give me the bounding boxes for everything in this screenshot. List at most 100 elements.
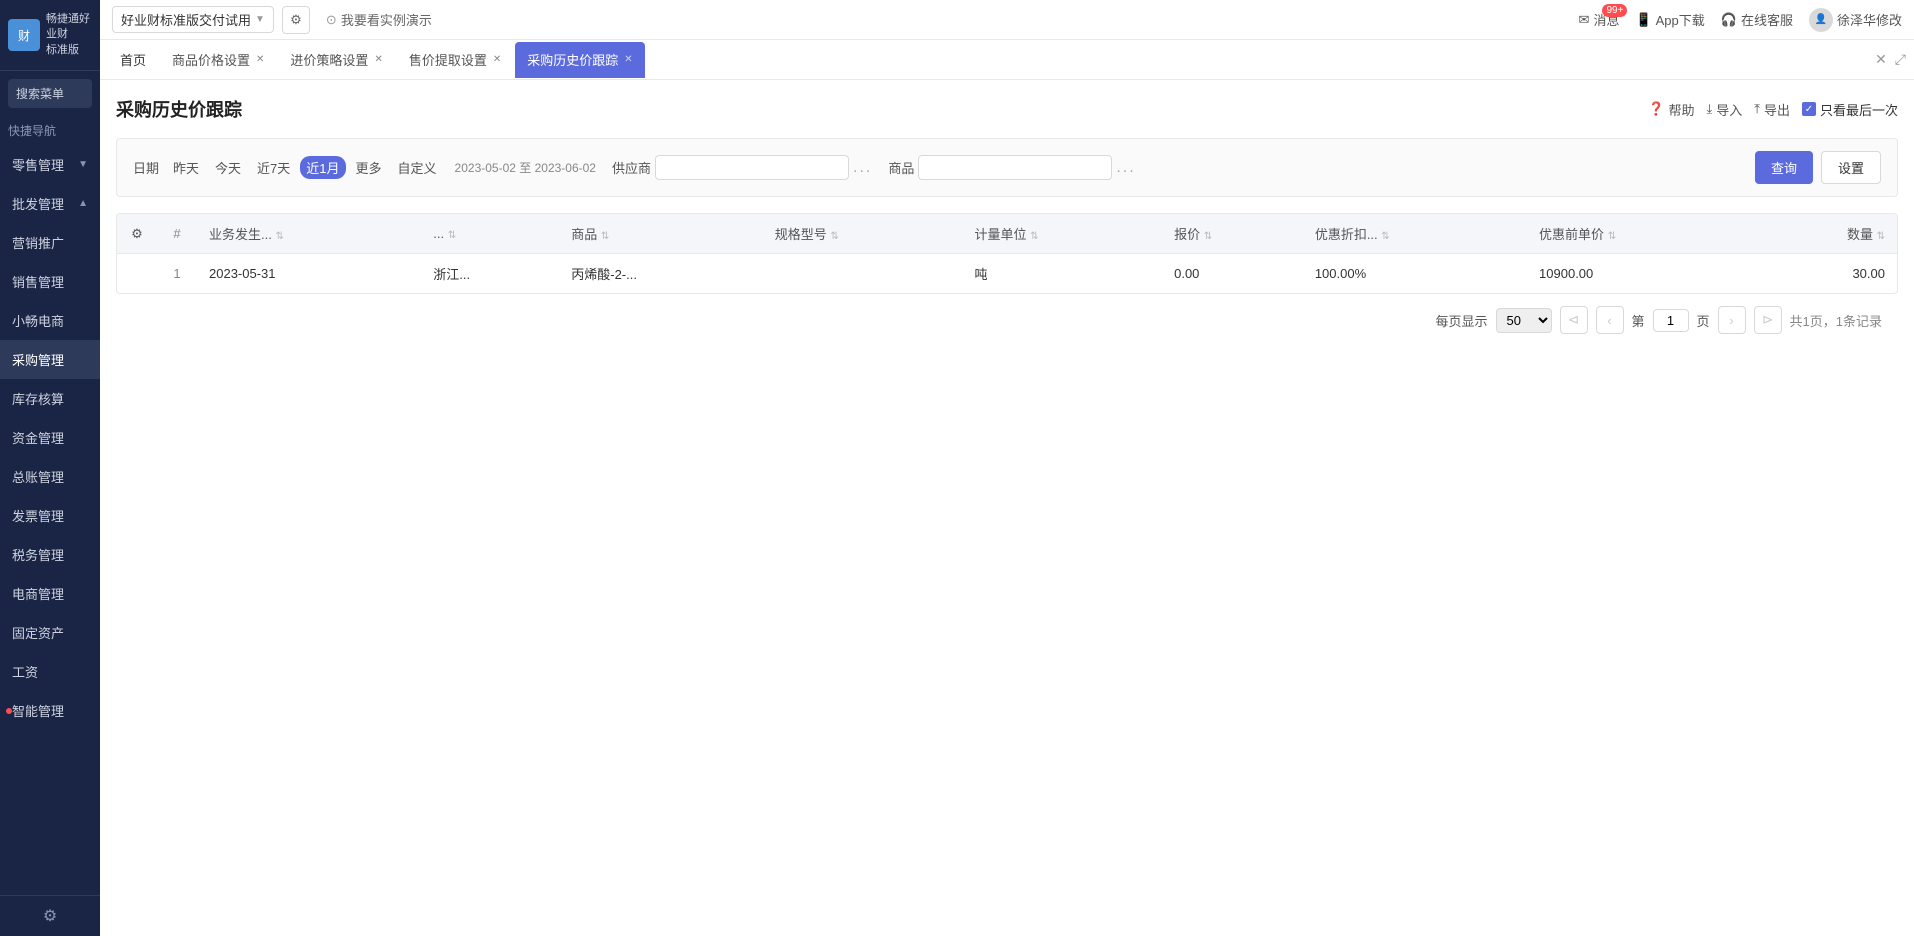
tab-close-strategy[interactable]: ✕ [374,54,382,65]
tab-bar: 首页 商品价格设置 ✕ 进价策略设置 ✕ 售价提取设置 ✕ 采购历史价跟踪 ✕ … [100,40,1914,80]
app-logo: 财 畅捷通好业财 标准版 [0,0,100,71]
filter-bar: 日期 昨天 今天 近7天 近1月 更多 自定义 2023-05-02 至 202… [116,138,1898,197]
date-filter-group: 日期 昨天 今天 近7天 近1月 更多 自定义 2023-05-02 至 202… [133,156,596,179]
td-qty: 30.00 [1756,254,1897,294]
page-first-button[interactable]: ⊲ [1560,306,1588,334]
page-number-input[interactable] [1653,309,1689,332]
date-options: 昨天 今天 近7天 近1月 更多 自定义 [167,156,443,179]
help-link[interactable]: ❓ 帮助 [1648,100,1694,119]
app-download-button[interactable]: 📱 App下载 [1635,10,1704,29]
sidebar-item-purchase[interactable]: 采购管理 [0,340,100,379]
date-opt-custom[interactable]: 自定义 [392,156,443,179]
sidebar-search[interactable]: 搜索菜单 [0,71,100,116]
top-header: 好业财标准版交付试用 ▼ ⚙ 我要看实例演示 ✉ 消息 99+ 📱 App下载 … [100,0,1914,40]
date-opt-yesterday[interactable]: 昨天 [167,156,205,179]
th-unit-price[interactable]: 优惠前单价 [1527,214,1756,254]
supplier-input[interactable] [655,155,849,180]
sidebar-item-smart[interactable]: 智能管理 [0,691,100,730]
page-prev-button[interactable]: ‹ [1596,306,1624,334]
close-window-button[interactable]: ✕ [1875,51,1887,68]
tab-close-purchase-history[interactable]: ✕ [624,54,632,65]
page-size-select[interactable]: 50 10 20 100 [1496,308,1552,333]
avatar: 👤 [1809,8,1833,32]
last-only-checkbox[interactable] [1802,102,1816,116]
th-qty[interactable]: 数量 [1756,214,1897,254]
td-price: 0.00 [1162,254,1303,294]
tab-sale-price[interactable]: 售价提取设置 ✕ [397,42,513,78]
tab-strategy[interactable]: 进价策略设置 ✕ [278,42,394,78]
settings-icon[interactable]: ⚙ [10,906,90,926]
maximize-window-button[interactable]: ⤢ [1895,51,1906,68]
td-gear [117,254,157,294]
tab-home[interactable]: 首页 [108,42,158,78]
td-spec [763,254,963,294]
user-menu-button[interactable]: 👤 徐泽华修改 [1809,8,1902,32]
query-button[interactable]: 查询 [1755,151,1813,184]
goods-more-icon[interactable]: ... [1116,159,1135,177]
th-date[interactable]: 业务发生... [197,214,421,254]
sidebar-item-assets[interactable]: 固定资产 [0,613,100,652]
import-link[interactable]: ⤓ 导入 [1706,100,1742,119]
page-label: 第 [1632,311,1645,330]
td-unit-price: 10900.00 [1527,254,1756,294]
sidebar-item-marketing[interactable]: 营销推广 [0,223,100,262]
export-link[interactable]: ⤒ 导出 [1754,100,1790,119]
headset-icon: 🎧 [1721,12,1737,28]
sidebar-item-sales[interactable]: 销售管理 [0,262,100,301]
date-opt-today[interactable]: 今天 [209,156,247,179]
online-service-button[interactable]: 🎧 在线客服 [1721,10,1793,29]
page-next-button[interactable]: › [1718,306,1746,334]
page-title: 采购历史价跟踪 [116,96,242,122]
sidebar-item-ecom-small[interactable]: 小畅电商 [0,301,100,340]
main-content: 好业财标准版交付试用 ▼ ⚙ 我要看实例演示 ✉ 消息 99+ 📱 App下载 … [100,0,1914,936]
gear-icon: ⚙ [290,12,302,28]
supplier-more-icon[interactable]: ... [853,159,872,177]
tab-purchase-history[interactable]: 采购历史价跟踪 ✕ [515,42,644,78]
th-gear[interactable]: ⚙ [117,214,157,254]
tab-close-sale-price[interactable]: ✕ [493,54,501,65]
th-unit[interactable]: 计量单位 [962,214,1162,254]
sidebar-item-inventory[interactable]: 库存核算 [0,379,100,418]
td-goods: 丙烯酸-2-... [559,254,763,294]
date-opt-7days[interactable]: 近7天 [251,156,296,179]
total-info: 共1页，1条记录 [1790,311,1882,330]
tab-price[interactable]: 商品价格设置 ✕ [160,42,276,78]
th-more[interactable]: ... [421,214,559,254]
goods-filter-group: 商品 ... [888,155,1135,180]
date-opt-1month[interactable]: 近1月 [300,156,345,179]
sidebar-item-tax[interactable]: 税务管理 [0,535,100,574]
th-price[interactable]: 报价 [1162,214,1303,254]
sidebar-item-ecom[interactable]: 电商管理 [0,574,100,613]
page-content: 采购历史价跟踪 ❓ 帮助 ⤓ 导入 ⤒ 导出 [100,80,1914,936]
page-header: 采购历史价跟踪 ❓ 帮助 ⤓ 导入 ⤒ 导出 [116,96,1898,122]
phone-icon: 📱 [1635,12,1651,28]
th-discount[interactable]: 优惠折扣... [1303,214,1527,254]
goods-input[interactable] [918,155,1112,180]
settings-button[interactable]: 设置 [1821,151,1881,184]
th-spec[interactable]: 规格型号 [763,214,963,254]
td-unit: 吨 [962,254,1162,294]
sidebar-item-invoice[interactable]: 发票管理 [0,496,100,535]
sidebar-item-wholesale[interactable]: 批发管理 ▲ [0,184,100,223]
message-button[interactable]: ✉ 消息 99+ [1579,10,1620,29]
logo-text: 畅捷通好业财 标准版 [46,12,92,58]
demo-button[interactable]: 我要看实例演示 [326,10,432,29]
sidebar-item-salary[interactable]: 工资 [0,652,100,691]
date-range-display: 2023-05-02 至 2023-06-02 [455,159,596,176]
last-only-checkbox-row[interactable]: 只看最后一次 [1802,100,1898,119]
th-goods[interactable]: 商品 [559,214,763,254]
header-settings-button[interactable]: ⚙ [282,6,310,34]
version-selector[interactable]: 好业财标准版交付试用 ▼ [112,6,274,33]
data-table-wrap: ⚙ # 业务发生... ... 商品 [116,213,1898,294]
sidebar-item-finance[interactable]: 资金管理 [0,418,100,457]
page: 采购历史价跟踪 ❓ 帮助 ⤓ 导入 ⤒ 导出 [100,80,1914,936]
sidebar-item-ledger[interactable]: 总账管理 [0,457,100,496]
quicknav-button[interactable]: 快捷导航 [0,116,100,145]
sidebar-item-retail[interactable]: 零售管理 ▼ [0,145,100,184]
page-size-label: 每页显示 [1435,311,1487,330]
date-opt-more[interactable]: 更多 [350,156,388,179]
tab-close-price[interactable]: ✕ [256,54,264,65]
search-menu-button[interactable]: 搜索菜单 [8,79,92,108]
page-last-button[interactable]: ⊳ [1754,306,1782,334]
tab-bar-right: ✕ ⤢ [1875,51,1906,68]
